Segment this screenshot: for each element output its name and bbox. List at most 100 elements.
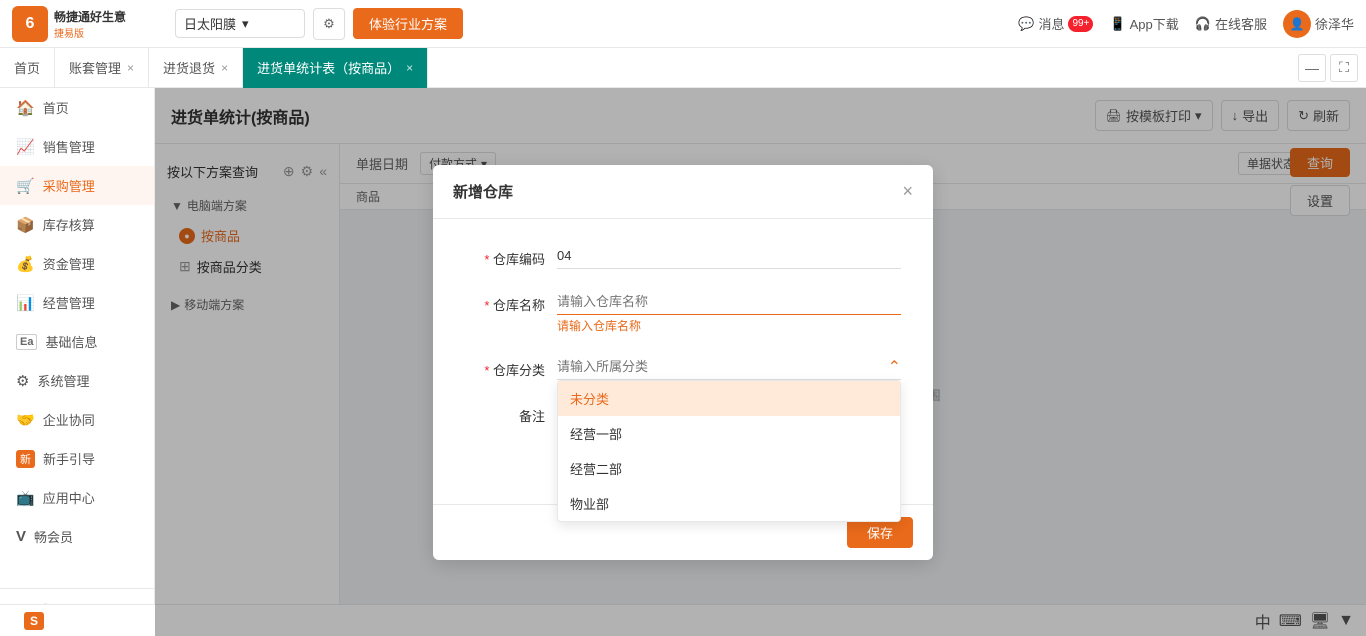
sidebar-label-inventory: 库存核算	[43, 215, 95, 234]
brand-s-icon: S	[24, 612, 44, 630]
tab-account[interactable]: 账套管理 ×	[55, 48, 149, 88]
logo-area: 6 畅捷通好生意 捷易版	[12, 6, 167, 42]
tab-return-label: 进货退货	[163, 58, 215, 77]
new-warehouse-modal: 新增仓库 × 仓库编码 仓库名称	[433, 165, 933, 560]
purchase-icon: 🛒	[16, 177, 35, 195]
notification-btn[interactable]: 💬 消息 99+	[1018, 14, 1093, 33]
settings-icon[interactable]: ⚙	[313, 8, 345, 40]
sidebar-item-inventory[interactable]: 📦 库存核算	[0, 205, 154, 244]
modal-close-btn[interactable]: ×	[902, 181, 913, 202]
warehouse-name-error: 请输入仓库名称	[557, 317, 641, 334]
logo-text: 畅捷通好生意 捷易版	[54, 8, 126, 40]
tab-account-close[interactable]: ×	[127, 61, 134, 75]
sidebar-item-enterprise[interactable]: 🤝 企业协同	[0, 400, 154, 439]
warehouse-category-row: 仓库分类 ⌃ 未分类 经营一部 经营二部 物业部	[465, 354, 901, 380]
tabs-bar: 首页 账套管理 × 进货退货 × 进货单统计表（按商品） × — ⛶	[0, 48, 1366, 88]
vip-icon: V	[16, 528, 26, 545]
modal-header: 新增仓库 ×	[433, 165, 933, 219]
warehouse-name-label: 仓库名称	[465, 289, 545, 314]
headset-icon: 🎧	[1195, 16, 1211, 32]
chevron-up-icon[interactable]: ⌃	[888, 357, 901, 377]
system-icon: ⚙	[16, 372, 29, 390]
dropdown-item-uncategorized[interactable]: 未分类	[558, 381, 900, 416]
store-selector[interactable]: 日太阳膜 ▾	[175, 9, 305, 38]
sidebar-label-enterprise: 企业协同	[43, 410, 95, 429]
sidebar-label-app-center: 应用中心	[43, 488, 95, 507]
sidebar-item-finance[interactable]: 💰 资金管理	[0, 244, 154, 283]
nav-right: 💬 消息 99+ 📱 App下载 🎧 在线客服 👤 徐泽华	[1018, 10, 1354, 38]
sidebar-label-finance: 资金管理	[43, 254, 95, 273]
sidebar-item-guide[interactable]: 新 新手引导	[0, 439, 154, 478]
username: 徐泽华	[1315, 14, 1354, 33]
online-service-label: 在线客服	[1215, 14, 1267, 33]
avatar: 👤	[1283, 10, 1311, 38]
phone-icon: 📱	[1109, 16, 1125, 32]
logo-icon: 6	[12, 6, 48, 42]
user-area[interactable]: 👤 徐泽华	[1283, 10, 1354, 38]
store-name: 日太阳膜	[184, 14, 238, 33]
sidebar-item-sales[interactable]: 📈 销售管理	[0, 127, 154, 166]
content-area: 进货单统计(按商品) 🖨 按模板打印 ▾ ↓ 导出 ↻ 刷新	[155, 88, 1366, 636]
modal-title: 新增仓库	[453, 181, 513, 202]
modal-body: 仓库编码 仓库名称 请输入仓库名称	[433, 219, 933, 504]
sidebar-label-basic-info: 基础信息	[45, 332, 97, 351]
trial-button[interactable]: 体验行业方案	[353, 8, 463, 39]
finance-icon: 💰	[16, 255, 35, 273]
tab-home[interactable]: 首页	[0, 48, 55, 88]
logo-badge: 捷易版	[54, 25, 126, 40]
enterprise-icon: 🤝	[16, 411, 35, 429]
sidebar-item-home[interactable]: 🏠 首页	[0, 88, 154, 127]
warehouse-category-wrapper: ⌃ 未分类 经营一部 经营二部 物业部	[557, 354, 901, 380]
sidebar-label-home: 首页	[43, 98, 69, 117]
modal-overlay: 新增仓库 × 仓库编码 仓库名称	[155, 88, 1366, 636]
home-icon: 🏠	[16, 99, 35, 117]
sidebar-label-sales: 销售管理	[43, 137, 95, 156]
online-service-btn[interactable]: 🎧 在线客服	[1195, 14, 1267, 33]
warehouse-code-row: 仓库编码	[465, 243, 901, 269]
app-download-label: App下载	[1130, 14, 1179, 33]
warehouse-name-input[interactable]	[557, 289, 901, 315]
sales-icon: 📈	[16, 138, 35, 156]
tab-stats-label: 进货单统计表（按商品）	[257, 58, 400, 77]
dropdown-item-dept2[interactable]: 经营二部	[558, 451, 900, 486]
bell-icon: 💬	[1018, 16, 1034, 32]
sidebar-item-app-center[interactable]: 📺 应用中心	[0, 478, 154, 517]
sidebar-item-vip[interactable]: V 畅会员	[0, 517, 154, 556]
logo-name: 畅捷通好生意	[54, 8, 126, 25]
guide-icon: 新	[16, 450, 35, 468]
top-navbar: 6 畅捷通好生意 捷易版 日太阳膜 ▾ ⚙ 体验行业方案 💬 消息 99+ 📱 …	[0, 0, 1366, 48]
warehouse-code-label: 仓库编码	[465, 243, 545, 268]
tab-minimize-btn[interactable]: —	[1298, 54, 1326, 82]
app-center-icon: 📺	[16, 489, 35, 507]
notification-label: 消息	[1038, 14, 1064, 33]
remark-label: 备注	[465, 400, 545, 425]
dropdown-item-property[interactable]: 物业部	[558, 486, 900, 521]
basic-info-icon: Ea	[16, 334, 37, 350]
sidebar-label-operations: 经营管理	[43, 293, 95, 312]
sidebar: 🏠 首页 📈 销售管理 🛒 采购管理 📦 库存核算 💰 资金管理 📊 经营管理 …	[0, 88, 155, 636]
app-download-btn[interactable]: 📱 App下载	[1109, 14, 1178, 33]
dropdown-item-dept1[interactable]: 经营一部	[558, 416, 900, 451]
operations-icon: 📊	[16, 294, 35, 312]
tab-home-label: 首页	[14, 58, 40, 77]
sidebar-item-system[interactable]: ⚙ 系统管理	[0, 361, 154, 400]
warehouse-category-input[interactable]	[557, 354, 901, 380]
warehouse-name-row: 仓库名称 请输入仓库名称	[465, 289, 901, 334]
tab-return[interactable]: 进货退货 ×	[149, 48, 243, 88]
sidebar-item-operations[interactable]: 📊 经营管理	[0, 283, 154, 322]
sidebar-label-purchase: 采购管理	[43, 176, 95, 195]
category-dropdown: 未分类 经营一部 经营二部 物业部	[557, 380, 901, 522]
sidebar-item-purchase[interactable]: 🛒 采购管理	[0, 166, 154, 205]
sidebar-item-basic-info[interactable]: Ea 基础信息	[0, 322, 154, 361]
tab-return-close[interactable]: ×	[221, 61, 228, 75]
tab-account-label: 账套管理	[69, 58, 121, 77]
tab-stats-close[interactable]: ×	[406, 61, 413, 75]
sidebar-label-vip: 畅会员	[34, 527, 73, 546]
warehouse-code-input[interactable]	[557, 243, 901, 269]
inventory-icon: 📦	[16, 216, 35, 234]
chevron-down-icon: ▾	[242, 16, 296, 32]
sidebar-label-guide: 新手引导	[43, 449, 95, 468]
warehouse-category-label: 仓库分类	[465, 354, 545, 379]
tab-expand-btn[interactable]: ⛶	[1330, 54, 1358, 82]
tab-stats[interactable]: 进货单统计表（按商品） ×	[243, 48, 428, 88]
